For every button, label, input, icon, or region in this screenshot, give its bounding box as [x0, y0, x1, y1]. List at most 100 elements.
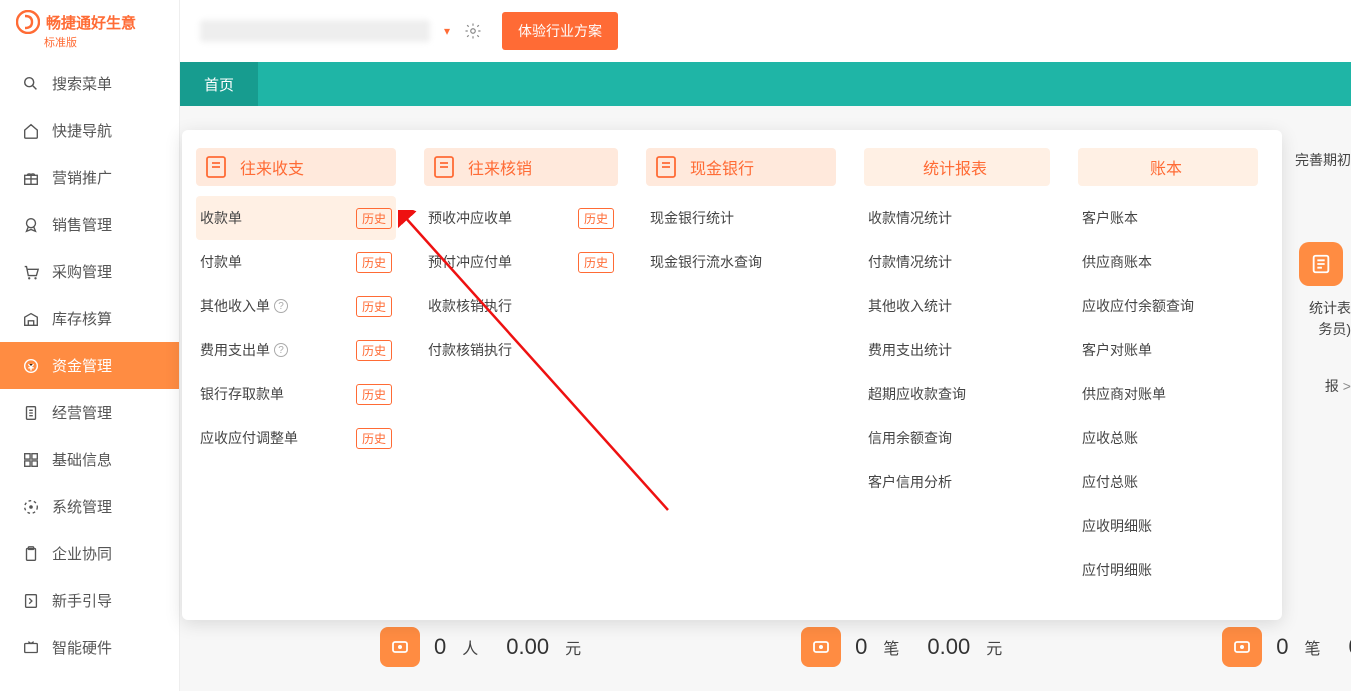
logo-block: 畅捷通好生意 标准版: [0, 0, 179, 54]
sidebar-item-10[interactable]: 企业协同: [0, 530, 179, 577]
menu-item[interactable]: 客户账本: [1078, 196, 1258, 240]
mega-column-title: 统计报表: [923, 155, 987, 179]
menu-item-label: 费用支出单?: [200, 340, 288, 360]
sidebar-item-label: 营销推广: [52, 167, 112, 188]
home-icon: [22, 122, 40, 140]
tab-home[interactable]: 首页: [180, 62, 258, 106]
menu-item[interactable]: 应收应付调整单历史: [196, 416, 396, 460]
history-badge[interactable]: 历史: [578, 208, 614, 229]
badge-icon: [22, 216, 40, 234]
cart-icon: [22, 263, 40, 281]
menu-item-label: 供应商对账单: [1082, 384, 1166, 404]
sidebar-item-11[interactable]: 新手引导: [0, 577, 179, 624]
menu-item[interactable]: 费用支出单? 历史: [196, 328, 396, 372]
menu-item[interactable]: 应收总账: [1078, 416, 1258, 460]
history-badge[interactable]: 历史: [356, 252, 392, 273]
sidebar-item-label: 企业协同: [52, 543, 112, 564]
history-badge[interactable]: 历史: [578, 252, 614, 273]
settings-icon: [22, 498, 40, 516]
chevron-down-icon[interactable]: ▾: [444, 24, 450, 38]
mega-column-header: 往来收支: [196, 148, 396, 186]
menu-item-label: 现金银行统计: [650, 208, 734, 228]
mega-column-0: 往来收支收款单历史付款单历史其他收入单?历史费用支出单?历史银行存取款单历史应收…: [182, 148, 410, 592]
menu-item-label: 供应商账本: [1082, 252, 1152, 272]
menu-item[interactable]: 预收冲应收单历史: [424, 196, 618, 240]
sidebar-item-1[interactable]: 快捷导航: [0, 107, 179, 154]
mega-column-header: 账本: [1078, 148, 1258, 186]
sidebar-item-label: 资金管理: [52, 355, 112, 376]
money-icon: [22, 357, 40, 375]
sidebar-item-4[interactable]: 采购管理: [0, 248, 179, 295]
sidebar-item-label: 快捷导航: [52, 120, 112, 141]
menu-item-label: 其他收入统计: [868, 296, 952, 316]
help-icon[interactable]: ?: [274, 343, 288, 357]
menu-item-label: 客户账本: [1082, 208, 1138, 228]
menu-item[interactable]: 付款核销执行: [424, 328, 618, 372]
sidebar-item-2[interactable]: 营销推广: [0, 154, 179, 201]
menu-item[interactable]: 超期应收款查询: [864, 372, 1050, 416]
sidebar-item-12[interactable]: 智能硬件: [0, 624, 179, 671]
menu-item[interactable]: 供应商账本: [1078, 240, 1258, 284]
menu-item-label: 收款情况统计: [868, 208, 952, 228]
menu-item[interactable]: 应付明细账: [1078, 548, 1258, 592]
report-icon[interactable]: [1299, 242, 1343, 286]
menu-item[interactable]: 其他收入单?历史: [196, 284, 396, 328]
sidebar-nav: 搜索菜单快捷导航营销推广销售管理采购管理库存核算资金管理经营管理基础信息系统管理…: [0, 54, 179, 671]
ledger-icon: [202, 153, 230, 181]
menu-item-label: 预付冲应付单: [428, 252, 512, 272]
menu-item-label: 应收总账: [1082, 428, 1138, 448]
menu-item-label: 应收明细账: [1082, 516, 1152, 536]
sidebar-item-8[interactable]: 基础信息: [0, 436, 179, 483]
history-badge[interactable]: 历史: [356, 428, 392, 449]
menu-item[interactable]: 付款情况统计: [864, 240, 1050, 284]
brand-logo-icon: [16, 10, 40, 34]
menu-item-label: 费用支出统计: [868, 340, 952, 360]
card-icon: [380, 627, 420, 667]
menu-item[interactable]: 应收明细账: [1078, 504, 1258, 548]
sidebar-item-3[interactable]: 销售管理: [0, 201, 179, 248]
mega-column-2: 现金银行现金银行统计现金银行流水查询: [632, 148, 850, 592]
sidebar-item-6[interactable]: 资金管理: [0, 342, 179, 389]
gift-icon: [22, 169, 40, 187]
sidebar-item-5[interactable]: 库存核算: [0, 295, 179, 342]
menu-item[interactable]: 现金银行流水查询: [646, 240, 836, 284]
trial-plan-button[interactable]: 体验行业方案: [502, 12, 618, 50]
gear-icon[interactable]: [464, 22, 482, 40]
menu-item[interactable]: 应付总账: [1078, 460, 1258, 504]
mega-column-header: 往来核销: [424, 148, 618, 186]
menu-item[interactable]: 收款核销执行: [424, 284, 618, 328]
menu-item[interactable]: 收款单历史: [196, 196, 396, 240]
mega-column-3: 统计报表收款情况统计付款情况统计其他收入统计费用支出统计超期应收款查询信用余额查…: [850, 148, 1064, 592]
help-icon[interactable]: ?: [274, 299, 288, 313]
menu-item[interactable]: 信用余额查询: [864, 416, 1050, 460]
mega-column-title: 账本: [1150, 155, 1182, 179]
hint-text: 务员): [1309, 319, 1351, 340]
menu-item[interactable]: 预付冲应付单 历史: [424, 240, 618, 284]
history-badge[interactable]: 历史: [356, 384, 392, 405]
history-badge[interactable]: 历史: [356, 296, 392, 317]
menu-item[interactable]: 现金银行统计: [646, 196, 836, 240]
sidebar-item-9[interactable]: 系统管理: [0, 483, 179, 530]
ledger-icon: [430, 153, 458, 181]
menu-item-label: 应付明细账: [1082, 560, 1152, 580]
report-link[interactable]: 报: [1325, 376, 1351, 396]
history-badge[interactable]: 历史: [356, 340, 392, 361]
sidebar-item-label: 搜索菜单: [52, 73, 112, 94]
history-badge[interactable]: 历史: [356, 208, 392, 229]
menu-item[interactable]: 应收应付余额查询: [1078, 284, 1258, 328]
sidebar-item-0[interactable]: 搜索菜单: [0, 60, 179, 107]
menu-item[interactable]: 客户对账单: [1078, 328, 1258, 372]
menu-item[interactable]: 供应商对账单: [1078, 372, 1258, 416]
sidebar-item-7[interactable]: 经营管理: [0, 389, 179, 436]
menu-item[interactable]: 付款单历史: [196, 240, 396, 284]
summary-card-2: 0笔0.00元: [1222, 615, 1351, 679]
sidebar-item-label: 经营管理: [52, 402, 112, 423]
menu-item[interactable]: 收款情况统计: [864, 196, 1050, 240]
card-count-unit: 人: [462, 635, 478, 659]
menu-item-label: 付款核销执行: [428, 340, 512, 360]
menu-item[interactable]: 银行存取款单历史: [196, 372, 396, 416]
menu-item[interactable]: 其他收入统计: [864, 284, 1050, 328]
menu-item[interactable]: 客户信用分析: [864, 460, 1050, 504]
menu-item[interactable]: 费用支出统计: [864, 328, 1050, 372]
menu-item-label: 信用余额查询: [868, 428, 952, 448]
